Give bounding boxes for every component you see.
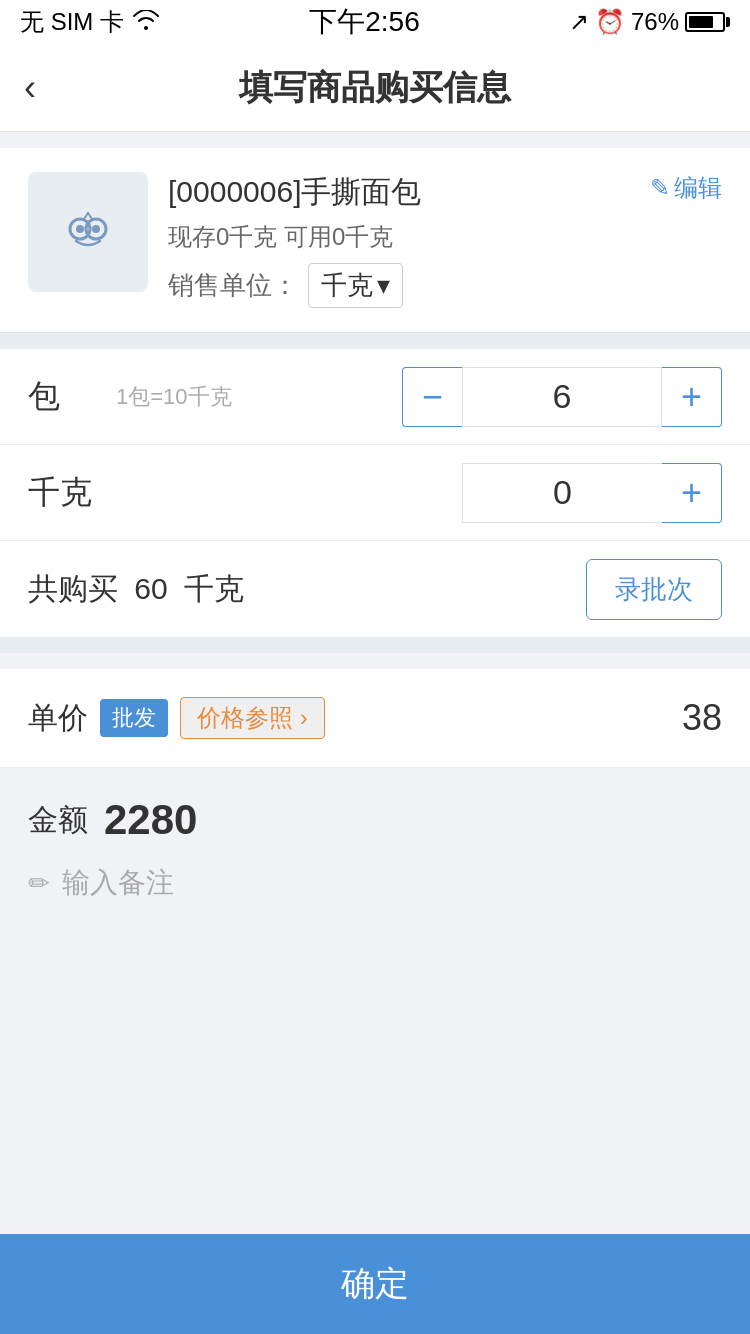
package-plus-button[interactable]: +	[662, 367, 722, 427]
product-card: [0000006]手撕面包 ✎ 编辑 现存0千克 可用0千克 销售单位： 千克 …	[0, 148, 750, 333]
separator-1	[0, 333, 750, 349]
kg-row: 千克 +	[0, 445, 750, 541]
input-section: 包 1包=10千克 − + 千克 + 共购买 60 千克 录批次	[0, 349, 750, 637]
status-right: ↗ ⏰ 76%	[569, 8, 730, 36]
product-info: [0000006]手撕面包 ✎ 编辑 现存0千克 可用0千克 销售单位： 千克 …	[168, 172, 722, 308]
battery-icon	[685, 12, 730, 32]
package-hint: 1包=10千克	[116, 382, 232, 412]
wifi-icon	[132, 8, 160, 36]
product-name: [0000006]手撕面包	[168, 172, 421, 213]
price-ref-button[interactable]: 价格参照 ›	[180, 697, 325, 739]
confirm-text: 确定	[341, 1261, 409, 1307]
package-input[interactable]	[462, 367, 662, 427]
unit-label: 销售单位：	[168, 268, 298, 303]
product-image	[28, 172, 148, 292]
batch-button[interactable]: 录批次	[586, 559, 722, 620]
kg-controls: +	[462, 463, 722, 523]
price-value: 38	[682, 697, 722, 739]
confirm-bar[interactable]: 确定	[0, 1234, 750, 1334]
unit-select[interactable]: 千克 ▾	[308, 263, 403, 308]
status-time: 下午2:56	[309, 3, 420, 41]
remark-icon: ✏	[28, 868, 50, 899]
status-left: 无 SIM 卡	[20, 6, 160, 38]
package-label: 包	[28, 375, 108, 419]
amount-section: 金额 2280 ✏ 输入备注	[0, 768, 750, 922]
battery-percent: 76%	[631, 8, 679, 36]
price-section: 单价 批发 价格参照 › 38	[0, 669, 750, 768]
alarm-icon: ⏰	[595, 8, 625, 36]
price-label: 单价	[28, 698, 88, 739]
total-row: 共购买 60 千克 录批次	[0, 541, 750, 637]
product-unit-row: 销售单位： 千克 ▾	[168, 263, 722, 308]
sim-label: 无 SIM 卡	[20, 6, 124, 38]
remark-text: 输入备注	[62, 864, 174, 902]
price-tag: 批发	[100, 699, 168, 737]
package-controls: − +	[402, 367, 722, 427]
svg-point-3	[92, 225, 100, 233]
product-stock: 现存0千克 可用0千克	[168, 221, 722, 253]
amount-label: 金额	[28, 800, 88, 841]
package-row: 包 1包=10千克 − +	[0, 349, 750, 445]
page-title: 填写商品购买信息	[239, 65, 511, 111]
location-icon: ↗	[569, 8, 589, 36]
nav-bar: ‹ 填写商品购买信息	[0, 44, 750, 132]
package-minus-button[interactable]: −	[402, 367, 462, 427]
kg-input[interactable]	[462, 463, 662, 523]
total-text: 共购买 60 千克	[28, 569, 244, 610]
remark-row[interactable]: ✏ 输入备注	[28, 864, 722, 922]
kg-plus-button[interactable]: +	[662, 463, 722, 523]
svg-point-2	[76, 225, 84, 233]
kg-label: 千克	[28, 471, 108, 515]
amount-value: 2280	[104, 796, 197, 844]
bottom-space	[0, 922, 750, 1272]
amount-row: 金额 2280	[28, 796, 722, 844]
separator-2	[0, 637, 750, 653]
status-bar: 无 SIM 卡 下午2:56 ↗ ⏰ 76%	[0, 0, 750, 44]
edit-button[interactable]: ✎ 编辑	[650, 172, 722, 204]
back-button[interactable]: ‹	[24, 67, 36, 109]
